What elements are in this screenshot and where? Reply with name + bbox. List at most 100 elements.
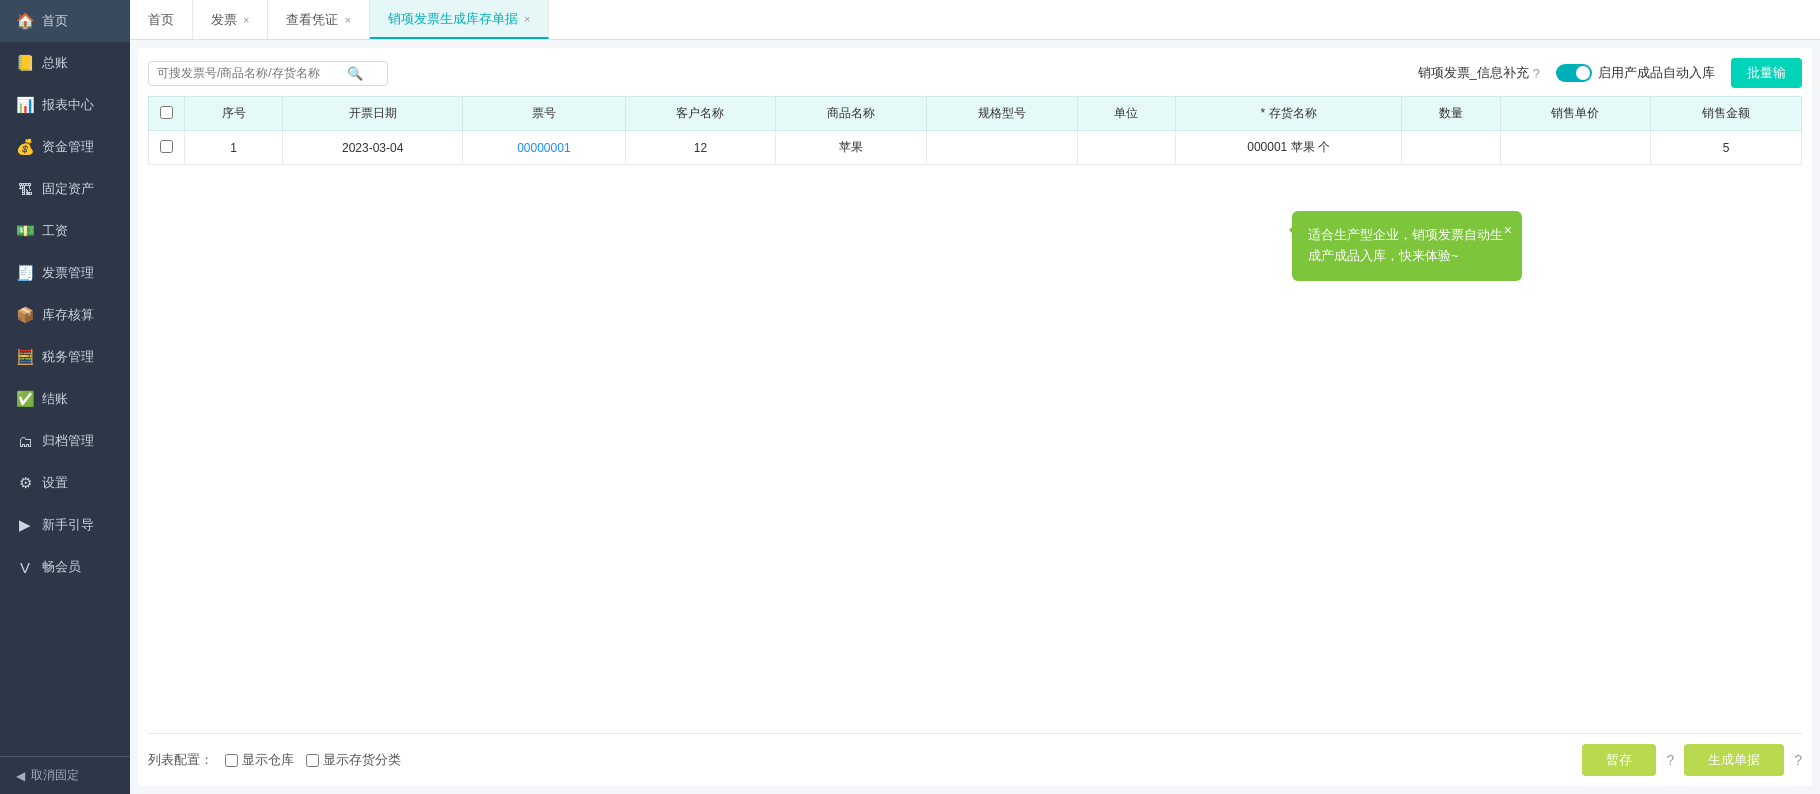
tab-home[interactable]: 首页: [130, 0, 193, 39]
sidebar-item-label: 设置: [42, 474, 68, 492]
header-seq: 序号: [185, 97, 283, 131]
tab-home-label: 首页: [148, 11, 174, 29]
sidebar-item-label: 资金管理: [42, 138, 94, 156]
show-warehouse-checkbox[interactable]: [225, 754, 238, 767]
sidebar-item-home[interactable]: 🏠 首页: [0, 0, 130, 42]
sidebar-item-inventory[interactable]: 📦 库存核算: [0, 294, 130, 336]
search-icon: 🔍: [347, 66, 363, 81]
toggle-label: 启用产成品自动入库: [1598, 64, 1715, 82]
settings-icon: ⚙: [16, 474, 34, 492]
save-help-icon[interactable]: ?: [1666, 752, 1674, 768]
sidebar-item-label: 固定资产: [42, 180, 94, 198]
sidebar-unpin[interactable]: ◀ 取消固定: [0, 756, 130, 794]
row-seq: 1: [185, 131, 283, 165]
search-box[interactable]: 🔍: [148, 61, 388, 86]
sidebar-item-label: 报表中心: [42, 96, 94, 114]
header-inventory: * 存货名称: [1175, 97, 1401, 131]
tab-active-close[interactable]: ×: [524, 13, 530, 25]
tab-voucher-close[interactable]: ×: [344, 14, 350, 26]
sidebar-item-guide[interactable]: ▶ 新手引导: [0, 504, 130, 546]
member-icon: V: [16, 559, 34, 576]
sidebar-item-member[interactable]: V 畅会员: [0, 546, 130, 588]
sidebar-item-assets[interactable]: 🏗 固定资产: [0, 168, 130, 210]
info-help-icon[interactable]: ?: [1533, 66, 1540, 81]
bottom-bar: 列表配置： 显示仓库 显示存货分类 暂存 ? 生成单据 ?: [148, 733, 1802, 776]
header-amount: 销售金额: [1651, 97, 1802, 131]
sidebar-item-invoice-mgmt[interactable]: 🧾 发票管理: [0, 252, 130, 294]
row-unit: [1077, 131, 1175, 165]
toggle-area: 启用产成品自动入库: [1556, 64, 1715, 82]
row-qty: [1402, 131, 1500, 165]
salary-icon: 💵: [16, 222, 34, 240]
show-warehouse-label[interactable]: 显示仓库: [225, 751, 294, 769]
ticket-link[interactable]: 00000001: [517, 141, 570, 155]
list-config: 列表配置： 显示仓库 显示存货分类: [148, 751, 401, 769]
info-label: 销项发票_信息补充 ?: [1418, 64, 1540, 82]
main-area: 首页 发票 × 查看凭证 × 销项发票生成库存单据 × 🔍 销项发票_信息补充 …: [130, 0, 1820, 794]
btn-actions: 暂存 ? 生成单据 ?: [1582, 744, 1802, 776]
config-label: 列表配置：: [148, 751, 213, 769]
sidebar-item-label: 归档管理: [42, 432, 94, 450]
sidebar-item-label: 畅会员: [42, 558, 81, 576]
unpin-icon: ◀: [16, 769, 25, 783]
funds-icon: 💰: [16, 138, 34, 156]
invoice-mgmt-icon: 🧾: [16, 264, 34, 282]
row-inventory: 000001 苹果 个: [1175, 131, 1401, 165]
show-category-label[interactable]: 显示存货分类: [306, 751, 401, 769]
tooltip-close[interactable]: ×: [1504, 219, 1512, 241]
sidebar-item-salary[interactable]: 💵 工资: [0, 210, 130, 252]
sidebar-item-label: 结账: [42, 390, 68, 408]
sidebar-item-label: 发票管理: [42, 264, 94, 282]
row-product: 苹果: [776, 131, 927, 165]
tab-invoice-label: 发票: [211, 11, 237, 29]
row-customer: 12: [625, 131, 776, 165]
sidebar-item-settings[interactable]: ⚙ 设置: [0, 462, 130, 504]
tooltip-overlay: × 适合生产型企业，销项发票自动生成产成品入库，快来体验~: [1292, 211, 1522, 281]
header-unit-price: 销售单价: [1500, 97, 1651, 131]
generate-help-icon[interactable]: ?: [1794, 752, 1802, 768]
header-ticket-no: 票号: [463, 97, 625, 131]
sidebar-item-label: 首页: [42, 12, 68, 30]
toolbar-right: 销项发票_信息补充 ? 启用产成品自动入库 批量输: [1418, 58, 1802, 88]
save-button[interactable]: 暂存: [1582, 744, 1656, 776]
select-all-checkbox[interactable]: [160, 106, 173, 119]
sidebar-item-checkout[interactable]: ✅ 结账: [0, 378, 130, 420]
info-label-text: 销项发票_信息补充: [1418, 64, 1529, 82]
row-checkbox[interactable]: [149, 131, 185, 165]
row-date: 2023-03-04: [283, 131, 463, 165]
row-select-checkbox[interactable]: [160, 140, 173, 153]
tax-icon: 🧮: [16, 348, 34, 366]
sidebar-item-label: 工资: [42, 222, 68, 240]
tab-invoice-close[interactable]: ×: [243, 14, 249, 26]
sidebar-item-archive[interactable]: 🗂 归档管理: [0, 420, 130, 462]
sidebar-item-label: 库存核算: [42, 306, 94, 324]
tab-voucher[interactable]: 查看凭证 ×: [268, 0, 369, 39]
tab-invoice[interactable]: 发票 ×: [193, 0, 268, 39]
auto-warehouse-toggle[interactable]: [1556, 64, 1592, 82]
search-input[interactable]: [157, 66, 347, 80]
row-spec: [926, 131, 1077, 165]
guide-icon: ▶: [16, 516, 34, 534]
show-category-text: 显示存货分类: [323, 751, 401, 769]
header-product: 商品名称: [776, 97, 927, 131]
sidebar: 🏠 首页 📒 总账 📊 报表中心 💰 资金管理 🏗 固定资产 💵 工资 🧾 发票…: [0, 0, 130, 794]
show-category-checkbox[interactable]: [306, 754, 319, 767]
header-date: 开票日期: [283, 97, 463, 131]
header-checkbox[interactable]: [149, 97, 185, 131]
content-area: 🔍 销项发票_信息补充 ? 启用产成品自动入库 批量输: [138, 48, 1812, 786]
row-ticket-no[interactable]: 00000001: [463, 131, 625, 165]
header-spec: 规格型号: [926, 97, 1077, 131]
ledger-icon: 📒: [16, 54, 34, 72]
tab-active[interactable]: 销项发票生成库存单据 ×: [370, 0, 549, 39]
show-warehouse-text: 显示仓库: [242, 751, 294, 769]
sidebar-item-ledger[interactable]: 📒 总账: [0, 42, 130, 84]
sidebar-item-tax[interactable]: 🧮 税务管理: [0, 336, 130, 378]
batch-button[interactable]: 批量输: [1731, 58, 1802, 88]
row-amount: 5: [1651, 131, 1802, 165]
table-row: 1 2023-03-04 00000001 12 苹果 000001 苹果 个: [149, 131, 1802, 165]
sidebar-item-reports[interactable]: 📊 报表中心: [0, 84, 130, 126]
header-unit: 单位: [1077, 97, 1175, 131]
sidebar-item-funds[interactable]: 💰 资金管理: [0, 126, 130, 168]
generate-button[interactable]: 生成单据: [1684, 744, 1784, 776]
home-icon: 🏠: [16, 12, 34, 30]
